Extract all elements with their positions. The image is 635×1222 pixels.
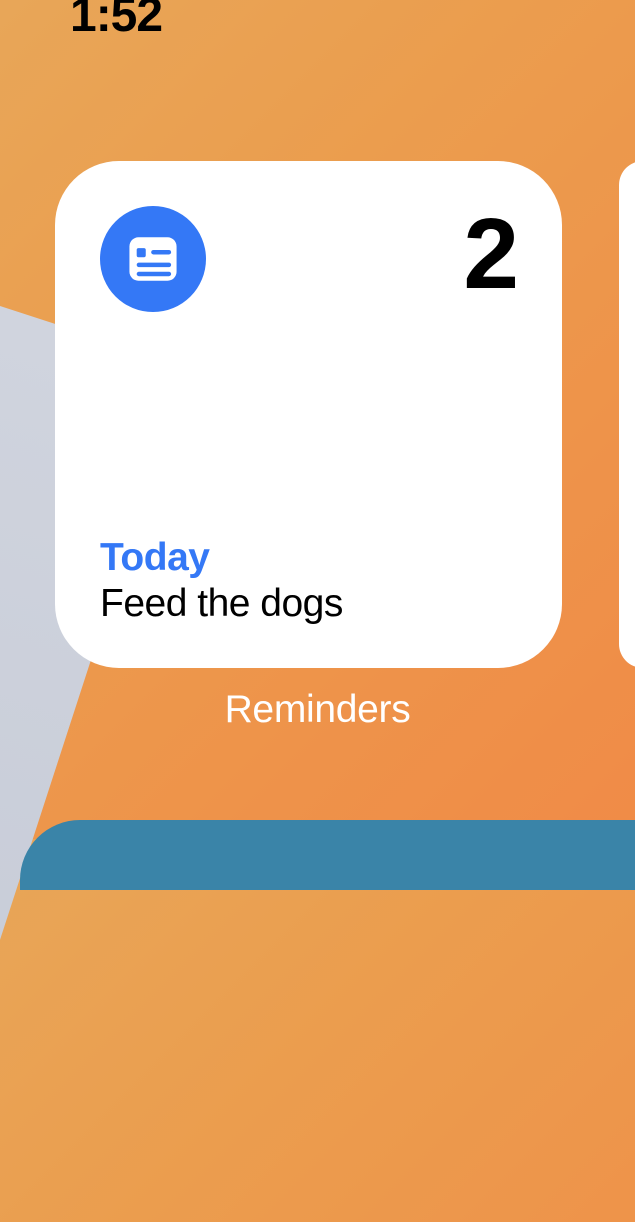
adjacent-widget-peek[interactable]: [619, 161, 635, 668]
list-title: Today: [100, 536, 517, 580]
dock-peek: [20, 820, 635, 890]
widget-header: 2: [100, 206, 517, 312]
reminder-count: 2: [463, 204, 517, 304]
calendar-today-icon: [124, 230, 182, 288]
reminders-widget[interactable]: 2 Today Feed the dogs: [55, 161, 562, 668]
status-bar-time: 1:52: [70, 0, 162, 43]
widget-app-label: Reminders: [0, 688, 635, 732]
today-list-icon: [100, 206, 206, 312]
widget-footer: Today Feed the dogs: [100, 536, 517, 626]
first-reminder-title: Feed the dogs: [100, 582, 517, 626]
